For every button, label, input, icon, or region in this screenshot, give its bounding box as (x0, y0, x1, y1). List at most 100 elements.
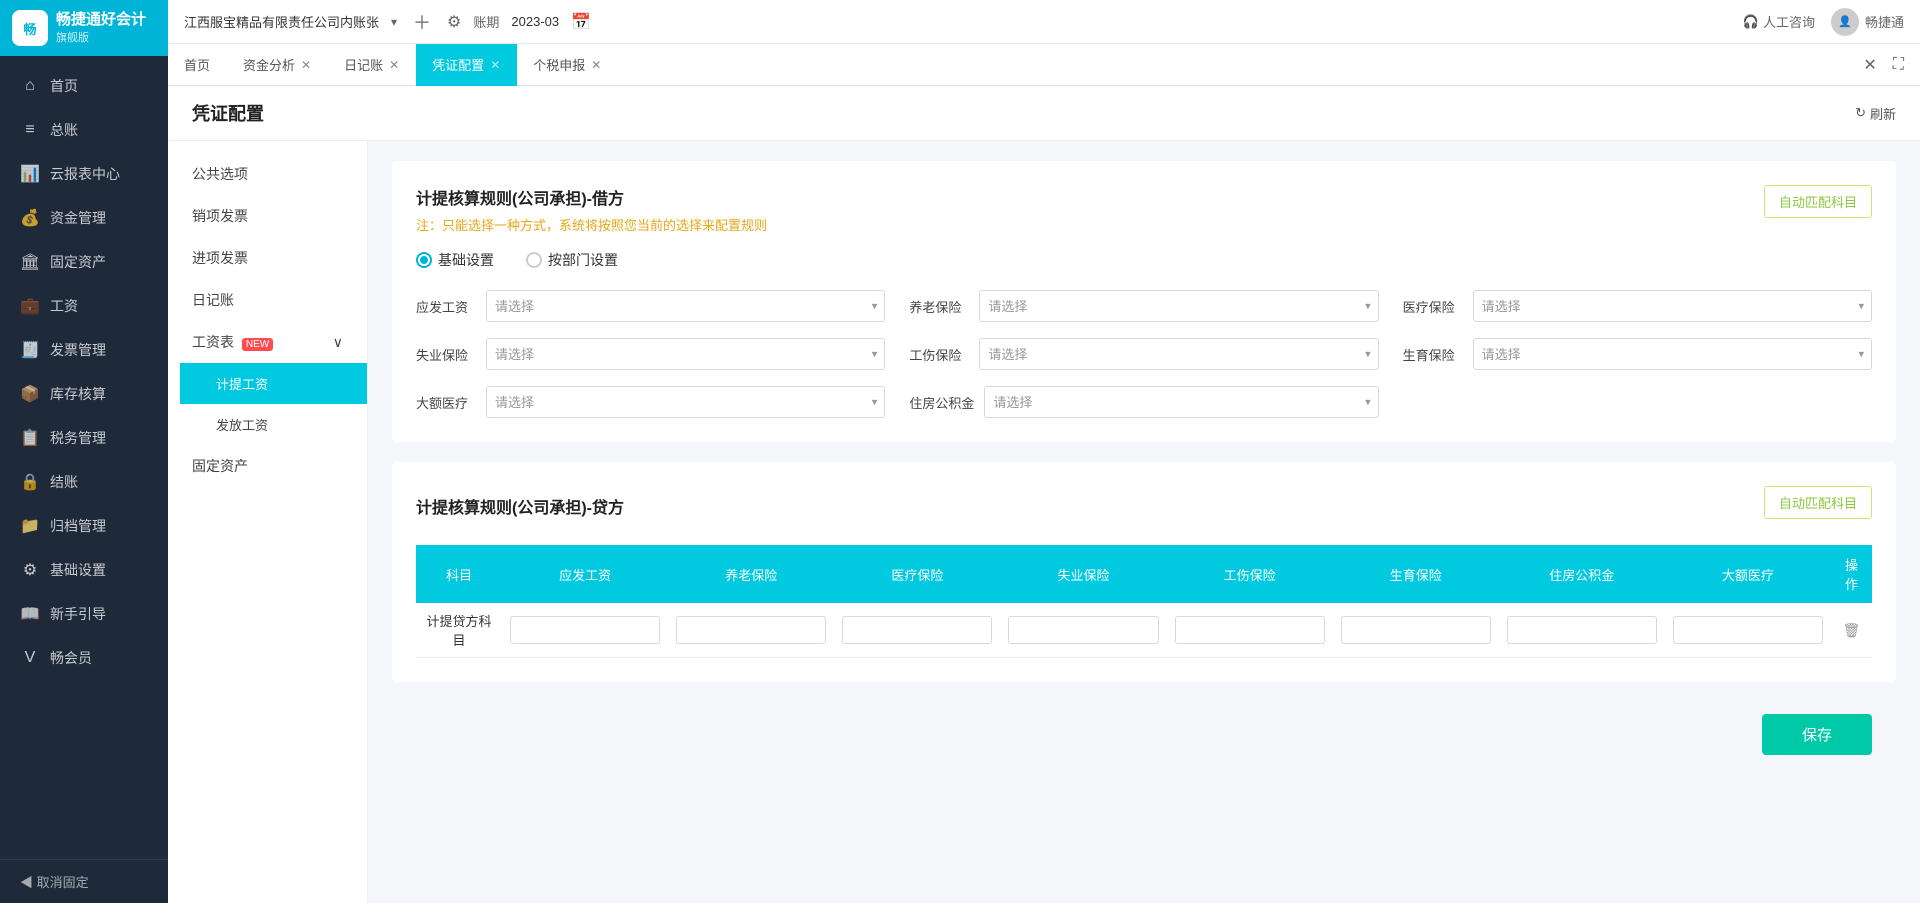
label-shi-ye: 失业保险 (416, 345, 476, 364)
sidebar-item-vip[interactable]: V 畅会员 (0, 636, 168, 680)
select-wrapper-yang-lao: 请选择 ▾ (979, 290, 1378, 322)
sidebar-label-invoice-mgr: 发票管理 (50, 340, 106, 360)
th-da-e: 大额医疗 (1665, 545, 1831, 603)
select-shi-ye[interactable]: 请选择 (486, 338, 885, 370)
logo-name: 畅捷通好会计 (56, 11, 146, 29)
sidebar-item-fixed[interactable]: 🏛 固定资产 (0, 240, 168, 284)
input-credit-sheng-yu[interactable] (1341, 616, 1491, 644)
select-sheng-yu[interactable]: 请选择 (1473, 338, 1872, 370)
tab-journal-label: 日记账 (344, 55, 383, 74)
sidebar-item-close[interactable]: 🔒 结账 (0, 460, 168, 504)
wage-icon: 💼 (20, 296, 40, 316)
form-item-da-e: 大额医疗 请选择 ▾ (416, 386, 885, 418)
company-dropdown-icon[interactable]: ▾ (391, 15, 397, 29)
radio-dept[interactable]: 按部门设置 (526, 250, 618, 270)
input-credit-ying-fa[interactable] (510, 616, 660, 644)
td-shi-ye-input-cell (1000, 603, 1166, 658)
add-account-button[interactable]: ＋ (409, 9, 435, 35)
input-credit-da-e[interactable] (1673, 616, 1823, 644)
menu-public[interactable]: 公共选项 (168, 153, 367, 195)
label-yang-lao: 养老保险 (909, 297, 969, 316)
input-credit-shi-ye[interactable] (1008, 616, 1158, 644)
tab-fund-close[interactable]: ✕ (301, 58, 311, 72)
menu-pay-wage[interactable]: 发放工资 (180, 404, 367, 445)
tab-tax-report[interactable]: 个税申报 ✕ (517, 44, 618, 86)
td-sheng-yu-input-cell (1333, 603, 1499, 658)
delete-row-icon[interactable]: 🗑 (1843, 622, 1861, 638)
menu-wage-table[interactable]: 工资表 NEW ∨ (168, 321, 367, 363)
debit-section-note: 注：只能选择一种方式，系统将按照您当前的选择来配置规则 (416, 215, 767, 234)
sidebar-item-wage[interactable]: 💼 工资 (0, 284, 168, 328)
close-period-icon: 🔒 (20, 472, 40, 492)
tab-journal-close[interactable]: ✕ (389, 58, 399, 72)
invoice-mgr-icon: 🧾 (20, 340, 40, 360)
sidebar-item-tax[interactable]: 📋 税务管理 (0, 416, 168, 460)
td-action-cell: 🗑 (1831, 603, 1872, 658)
tab-voucher-config-close[interactable]: ✕ (490, 58, 500, 72)
sidebar-item-archive[interactable]: 📁 归档管理 (0, 504, 168, 548)
input-credit-gong-shang[interactable] (1175, 616, 1325, 644)
save-bar: 保存 (392, 702, 1896, 767)
select-yi-liao[interactable]: 请选择 (1473, 290, 1872, 322)
tab-maximize-icon[interactable]: ⛶ (1889, 52, 1908, 78)
topbar: 江西服宝精品有限责任公司内账张 ▾ ＋ ⚙ 账期 2023-03 📅 🎧 人工咨… (168, 0, 1920, 44)
tab-close-all-icon[interactable]: ✕ (1859, 51, 1880, 79)
radio-basic-label: 基础设置 (438, 250, 494, 270)
menu-fixed-assets[interactable]: 固定资产 (168, 445, 367, 487)
user-menu[interactable]: 👤 畅捷通 (1831, 8, 1904, 36)
ledger-icon: ≡ (20, 121, 40, 139)
select-wrapper-da-e: 请选择 ▾ (486, 386, 885, 418)
sidebar-item-settings[interactable]: ⚙ 基础设置 (0, 548, 168, 592)
tab-tax-report-close[interactable]: ✕ (591, 58, 601, 72)
sidebar-item-ledger[interactable]: ≡ 总账 (0, 108, 168, 152)
tab-home-label: 首页 (184, 55, 210, 74)
menu-purchase[interactable]: 进项发票 (168, 237, 367, 279)
menu-calc-wage[interactable]: 计提工资 (180, 363, 367, 404)
select-yang-lao[interactable]: 请选择 (979, 290, 1378, 322)
calendar-icon[interactable]: 📅 (571, 12, 591, 32)
radio-basic[interactable]: 基础设置 (416, 250, 494, 270)
th-zhu-fang: 住房公积金 (1499, 545, 1665, 603)
sidebar-item-invoice-mgr[interactable]: 🧾 发票管理 (0, 328, 168, 372)
select-zhu-fang[interactable]: 请选择 (984, 386, 1378, 418)
sidebar-label-home: 首页 (50, 76, 78, 96)
input-credit-yang-lao[interactable] (676, 616, 826, 644)
th-shi-ye: 失业保险 (1000, 545, 1166, 603)
input-credit-zhu-fang[interactable] (1507, 616, 1657, 644)
sidebar-item-inventory[interactable]: 📦 库存核算 (0, 372, 168, 416)
sidebar-pin-toggle[interactable]: ◀ 取消固定 (0, 859, 168, 903)
credit-auto-match-button[interactable]: 自动匹配科目 (1764, 486, 1872, 519)
tabbar: 首页 资金分析 ✕ 日记账 ✕ 凭证配置 ✕ 个税申报 ✕ ✕ ⛶ (168, 44, 1920, 86)
sidebar-item-reports[interactable]: 📊 云报表中心 (0, 152, 168, 196)
sidebar-item-home[interactable]: ⌂ 首页 (0, 64, 168, 108)
menu-sales[interactable]: 销项发票 (168, 195, 367, 237)
refresh-button[interactable]: ↻ 刷新 (1855, 104, 1896, 123)
username: 畅捷通 (1865, 12, 1904, 31)
select-ying-fa[interactable]: 请选择 (486, 290, 885, 322)
topbar-right: 🎧 人工咨询 👤 畅捷通 (1743, 8, 1904, 36)
debit-form-grid: 应发工资 请选择 ▾ 养老保险 (416, 290, 1872, 418)
save-button[interactable]: 保存 (1762, 714, 1872, 755)
sidebar-item-fund[interactable]: 💰 资金管理 (0, 196, 168, 240)
logo-icon: 畅 (12, 10, 48, 46)
debit-auto-match-button[interactable]: 自动匹配科目 (1764, 185, 1872, 218)
service-button[interactable]: 🎧 人工咨询 (1743, 12, 1815, 31)
select-wrapper-yi-liao: 请选择 ▾ (1473, 290, 1872, 322)
form-item-shi-ye: 失业保险 请选择 ▾ (416, 338, 885, 370)
td-yang-lao-input-cell (668, 603, 834, 658)
sidebar-item-guide[interactable]: 📖 新手引导 (0, 592, 168, 636)
select-da-e[interactable]: 请选择 (486, 386, 885, 418)
menu-journal[interactable]: 日记账 (168, 279, 367, 321)
tab-journal[interactable]: 日记账 ✕ (328, 44, 416, 86)
tab-voucher-config[interactable]: 凭证配置 ✕ (416, 44, 517, 86)
select-gong-shang[interactable]: 请选择 (979, 338, 1378, 370)
th-gong-shang: 工伤保险 (1167, 545, 1333, 603)
settings-gear-icon[interactable]: ⚙ (447, 12, 461, 32)
sidebar-label-tax: 税务管理 (50, 428, 106, 448)
tab-fund[interactable]: 资金分析 ✕ (227, 44, 328, 86)
sidebar-label-fund: 资金管理 (50, 208, 106, 228)
input-credit-yi-liao[interactable] (842, 616, 992, 644)
debit-section-title: 计提核算规则(公司承担)-借方 (416, 185, 767, 209)
tab-home[interactable]: 首页 (168, 44, 227, 86)
settings-icon: ⚙ (20, 560, 40, 580)
